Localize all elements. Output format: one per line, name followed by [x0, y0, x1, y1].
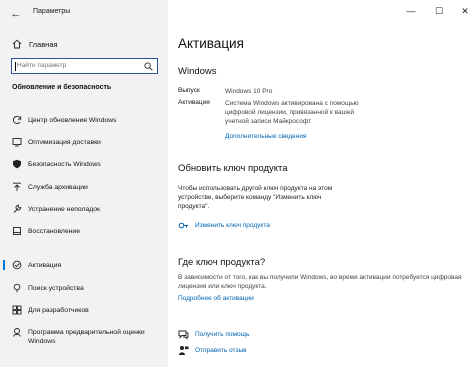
- sidebar-item-backup[interactable]: Служба архивации: [0, 178, 168, 196]
- find-device-icon: [13, 283, 21, 293]
- delivery-icon: [12, 138, 22, 147]
- activation-key: Активация: [178, 99, 210, 106]
- where-key-text: В зависимости от того, как вы получили W…: [178, 274, 462, 290]
- update-key-heading: Обновить ключ продукта: [178, 163, 288, 174]
- help-chat-icon: [178, 330, 189, 340]
- section-title: Обновление и безопасность: [12, 84, 112, 91]
- change-key-label: Изменить ключ продукта: [195, 221, 270, 229]
- search-input[interactable]: Найти параметр: [11, 58, 158, 74]
- home-icon: [12, 39, 22, 49]
- more-info-link[interactable]: Дополнительные сведения: [225, 133, 307, 140]
- sidebar-item-label: Активация: [28, 261, 62, 269]
- backup-icon: [13, 182, 21, 191]
- sidebar-item-find-device[interactable]: Поиск устройства: [0, 279, 168, 297]
- feedback-link[interactable]: Отправить отзыв: [178, 344, 247, 356]
- sidebar-item-label: Центр обновления Windows: [28, 116, 117, 124]
- update-key-text: Чтобы использовать другой ключ продукта …: [178, 185, 333, 210]
- feedback-icon: [179, 345, 189, 355]
- edition-value: Windows 10 Pro: [225, 88, 273, 95]
- insider-icon: [13, 328, 21, 337]
- change-key-link[interactable]: Изменить ключ продукта: [178, 219, 270, 231]
- text-caret: [15, 62, 16, 71]
- sidebar-item-developers[interactable]: Для разработчиков: [0, 301, 168, 319]
- sidebar-item-label: Безопасность Windows: [28, 160, 101, 168]
- recovery-icon: [13, 227, 21, 235]
- minimize-button[interactable]: —: [404, 6, 418, 16]
- back-button[interactable]: ←: [9, 7, 23, 21]
- search-placeholder: Найти параметр: [17, 62, 67, 69]
- sidebar-item-label: Программа предварительной оценки Windows: [28, 329, 145, 345]
- where-key-heading: Где ключ продукта?: [178, 257, 266, 268]
- sidebar-item-label: Устранение неполадок: [28, 205, 100, 213]
- sidebar: ← Параметры Главная Найти параметр Обнов…: [0, 0, 168, 367]
- activation-value: Система Windows активирована с помощью ц…: [225, 100, 359, 125]
- home-label: Главная: [29, 39, 58, 49]
- sidebar-item-delivery-optimization[interactable]: Оптимизация доставки: [0, 133, 168, 151]
- active-indicator: [3, 260, 5, 270]
- sidebar-item-troubleshoot[interactable]: Устранение неполадок: [0, 200, 168, 218]
- more-about-activation-link[interactable]: Подробнее об активации: [178, 295, 254, 302]
- app-title: Параметры: [33, 8, 71, 15]
- title-bar: ← Параметры: [0, 0, 168, 28]
- get-help-link[interactable]: Получить помощь: [178, 328, 249, 340]
- sidebar-item-label: Оптимизация доставки: [28, 138, 101, 146]
- sync-icon: [12, 115, 22, 124]
- sidebar-item-home[interactable]: Главная: [12, 37, 58, 51]
- get-help-label: Получить помощь: [195, 330, 250, 338]
- feedback-label: Отправить отзыв: [195, 346, 247, 354]
- sidebar-item-label: Восстановление: [28, 227, 80, 235]
- main-content: — ☐ ✕ Активация Windows Выпуск Windows 1…: [168, 0, 474, 367]
- sidebar-item-label: Поиск устройства: [28, 284, 84, 292]
- edition-key: Выпуск: [178, 87, 200, 94]
- developer-icon: [12, 305, 22, 315]
- search-icon[interactable]: [144, 62, 153, 71]
- shield-icon: [13, 159, 21, 169]
- close-button[interactable]: ✕: [458, 6, 472, 17]
- windows-heading: Windows: [178, 66, 217, 77]
- sidebar-item-insider[interactable]: Программа предварительной оценки Windows: [0, 325, 168, 349]
- sidebar-item-windows-security[interactable]: Безопасность Windows: [0, 155, 168, 173]
- key-icon: [178, 222, 188, 228]
- sidebar-item-windows-update[interactable]: Центр обновления Windows: [0, 111, 168, 129]
- sidebar-item-label: Служба архивации: [28, 183, 88, 191]
- maximize-button[interactable]: ☐: [432, 6, 446, 17]
- activation-icon: [12, 260, 22, 270]
- sidebar-item-label: Для разработчиков: [28, 306, 89, 314]
- page-title: Активация: [178, 36, 244, 51]
- sidebar-item-recovery[interactable]: Восстановление: [0, 222, 168, 240]
- sidebar-item-activation[interactable]: Активация: [0, 256, 168, 274]
- wrench-icon: [13, 204, 22, 213]
